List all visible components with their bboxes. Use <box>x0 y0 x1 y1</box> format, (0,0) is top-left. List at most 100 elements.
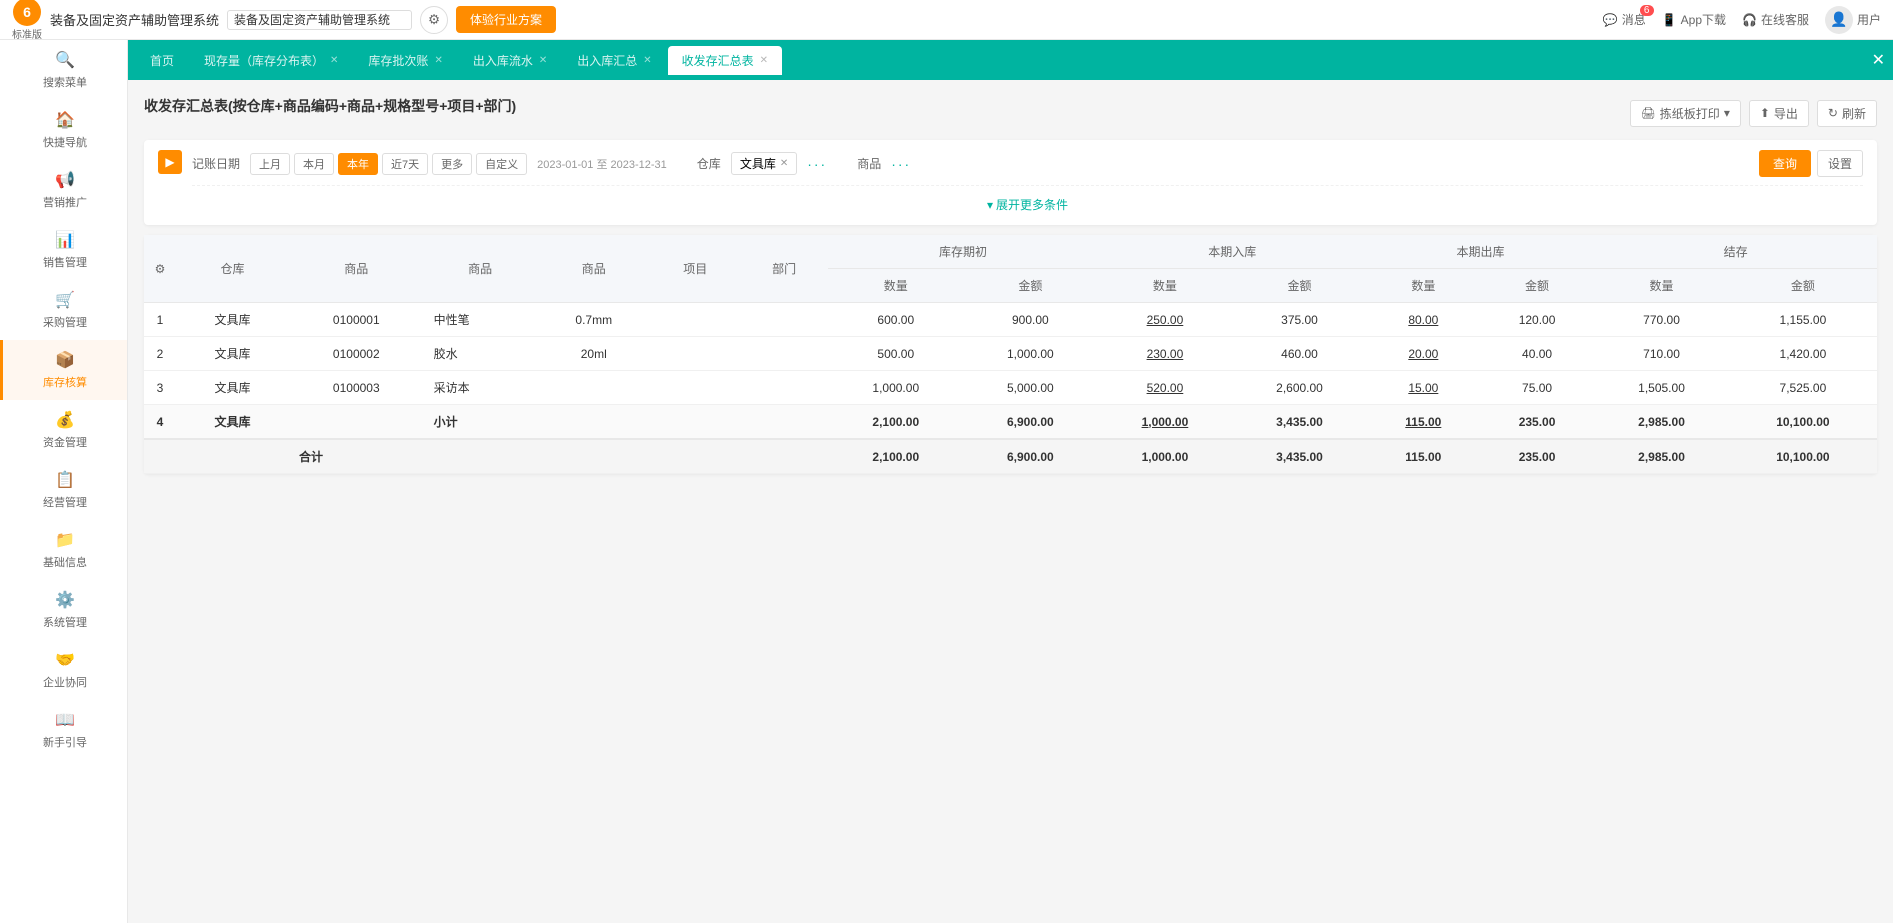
sidebar-item-purchase[interactable]: 🛒 采购管理 <box>0 280 127 340</box>
message-icon-item[interactable]: 💬 消息 6 <box>1603 11 1646 28</box>
tab-batch[interactable]: 库存批次账 ✕ <box>354 46 456 75</box>
footer-empty <box>424 439 829 474</box>
tab-inventory-dist[interactable]: 现存量（库存分布表） ✕ <box>190 46 352 75</box>
sidebar-item-collab[interactable]: 🤝 企业协同 <box>0 640 127 700</box>
header-actions: 🖨 拣纸板打印 ▾ ⬆ 导出 ↻ 刷新 <box>1630 100 1877 127</box>
tab-flow[interactable]: 出入库流水 ✕ <box>459 46 561 75</box>
query-button[interactable]: 查询 <box>1759 150 1811 177</box>
date-label: 记账日期 <box>192 155 240 172</box>
marketing-icon: 📢 <box>55 170 75 190</box>
settings-button[interactable]: 设置 <box>1817 150 1863 177</box>
footer-bal-qty: 2,985.00 <box>1594 439 1729 474</box>
sidebar-item-system[interactable]: ⚙️ 系统管理 <box>0 580 127 640</box>
date-btn-this-year[interactable]: 本年 <box>338 153 378 175</box>
col-ps-amt: 金额 <box>963 269 1098 303</box>
goods-label: 商品 <box>857 155 881 172</box>
page-content: 收发存汇总表(按仓库+商品编码+商品+规格型号+项目+部门) 🖨 拣纸板打印 ▾… <box>128 80 1893 923</box>
date-btn-this-month[interactable]: 本月 <box>294 153 334 175</box>
footer-total-label: 合计 <box>289 439 424 474</box>
sidebar-item-inventory[interactable]: 📦 库存核算 <box>0 340 127 400</box>
query-action-group: 查询 设置 <box>1759 150 1863 177</box>
expand-more-btn[interactable]: ▾ 展开更多条件 <box>987 192 1068 217</box>
sidebar-label-purchase: 采购管理 <box>43 314 87 330</box>
sidebar-label-basic: 基础信息 <box>43 554 87 570</box>
app-download-icon: 📱 <box>1662 13 1677 27</box>
col-outbound-header: 本期出库 <box>1367 235 1594 269</box>
tabs-bar: 首页 现存量（库存分布表） ✕ 库存批次账 ✕ 出入库流水 ✕ 出入库汇总 ✕ <box>128 40 1893 80</box>
sidebar-item-guide[interactable]: 📖 新手引导 <box>0 700 127 760</box>
breadcrumb-select[interactable]: 装备及固定资产辅助管理系统 <box>227 10 412 30</box>
col-sku-code-header: 商品 <box>289 235 424 303</box>
export-button[interactable]: ⬆ 导出 <box>1749 100 1809 127</box>
trial-button[interactable]: 体验行业方案 <box>456 6 556 33</box>
sidebar-item-basic[interactable]: 📁 基础信息 <box>0 520 127 580</box>
refresh-button[interactable]: ↻ 刷新 <box>1817 100 1877 127</box>
sidebar-item-search[interactable]: 🔍 搜索菜单 <box>0 40 127 100</box>
col-warehouse-header: 仓库 <box>176 235 289 303</box>
col-out-qty: 数量 <box>1367 269 1480 303</box>
col-sku-name-header: 商品 <box>424 235 537 303</box>
sidebar-item-quick-nav[interactable]: 🏠 快捷导航 <box>0 100 127 160</box>
col-spec-header: 商品 <box>537 235 651 303</box>
main-area: 🔍 搜索菜单 🏠 快捷导航 📢 营销推广 📊 销售管理 🛒 采购管理 📦 <box>0 40 1893 923</box>
content-area: 首页 现存量（库存分布表） ✕ 库存批次账 ✕ 出入库流水 ✕ 出入库汇总 ✕ <box>128 40 1893 923</box>
user-label: 用户 <box>1857 11 1881 28</box>
tab-inventory-dist-close[interactable]: ✕ <box>330 55 338 66</box>
col-bal-qty: 数量 <box>1594 269 1729 303</box>
tab-flow-label: 出入库流水 <box>473 52 533 69</box>
date-group: 上月 本月 本年 近7天 更多 自定义 <box>250 153 527 175</box>
top-settings-button[interactable]: ⚙ <box>420 6 448 34</box>
inventory-icon: 📦 <box>55 350 75 370</box>
date-btn-more[interactable]: 更多 <box>432 153 472 175</box>
warehouse-tag-box: 文具库 ✕ <box>731 152 797 175</box>
expand-filter-button[interactable]: ▶ <box>158 150 182 174</box>
col-dept-header: 部门 <box>740 235 829 303</box>
tab-home[interactable]: 首页 <box>136 46 188 75</box>
app-container: 6 标准版 装备及固定资产辅助管理系统 装备及固定资产辅助管理系统 ⚙ 体验行业… <box>0 0 1893 923</box>
tab-receive-send-label: 收发存汇总表 <box>682 52 754 69</box>
date-range: 2023-01-01 至 2023-12-31 <box>537 156 667 172</box>
tab-batch-close[interactable]: ✕ <box>434 55 442 66</box>
col-balance-header: 结存 <box>1594 235 1877 269</box>
tab-batch-label: 库存批次账 <box>368 52 428 69</box>
warehouse-dots-btn[interactable]: ··· <box>807 156 827 172</box>
col-project-header: 项目 <box>651 235 740 303</box>
col-out-amt: 金额 <box>1480 269 1594 303</box>
sidebar-label-quick-nav: 快捷导航 <box>43 134 87 150</box>
sidebar-item-sales[interactable]: 📊 销售管理 <box>0 220 127 280</box>
online-service-item[interactable]: 🎧 在线客服 <box>1742 11 1809 28</box>
tab-receive-send-close[interactable]: ✕ <box>760 55 768 66</box>
headset-icon: 🎧 <box>1742 13 1757 27</box>
col-settings-header[interactable]: ⚙ <box>144 235 176 303</box>
warehouse-tag-close[interactable]: ✕ <box>780 158 788 169</box>
tab-summary[interactable]: 出入库汇总 ✕ <box>563 46 665 75</box>
date-btn-last-month[interactable]: 上月 <box>250 153 290 175</box>
logo-subtitle: 标准版 <box>12 26 42 41</box>
date-btn-custom[interactable]: 自定义 <box>476 153 527 175</box>
print-button[interactable]: 🖨 拣纸板打印 ▾ <box>1630 100 1741 127</box>
sidebar-item-operations[interactable]: 📋 经营管理 <box>0 460 127 520</box>
chevron-down-icon: ▾ <box>1724 106 1730 120</box>
online-service-label: 在线客服 <box>1761 11 1809 28</box>
tab-summary-label: 出入库汇总 <box>577 52 637 69</box>
goods-dots-btn[interactable]: ··· <box>891 156 911 172</box>
footer-bal-amt: 10,100.00 <box>1729 439 1877 474</box>
table-row: 2文具库0100002胶水20ml500.001,000.00230.00460… <box>144 337 1877 371</box>
app-download-label: App下载 <box>1681 11 1726 28</box>
footer-ps-qty: 2,100.00 <box>828 439 963 474</box>
date-btn-7days[interactable]: 近7天 <box>382 153 428 175</box>
tab-flow-close[interactable]: ✕ <box>539 55 547 66</box>
warehouse-label: 仓库 <box>697 155 721 172</box>
tab-receive-send[interactable]: 收发存汇总表 ✕ <box>668 46 782 75</box>
sidebar-item-finance[interactable]: 💰 资金管理 <box>0 400 127 460</box>
filter-bar: ▶ 记账日期 上月 本月 本年 近7天 更多 自定义 <box>144 140 1877 225</box>
user-item[interactable]: 👤 用户 <box>1825 6 1881 34</box>
app-download-item[interactable]: 📱 App下载 <box>1662 11 1726 28</box>
footer-label <box>144 439 289 474</box>
tab-summary-close[interactable]: ✕ <box>643 55 651 66</box>
sidebar-item-marketing[interactable]: 📢 营销推广 <box>0 160 127 220</box>
tabs-close-all[interactable]: ✕ <box>1872 50 1885 70</box>
top-bar-right: 💬 消息 6 📱 App下载 🎧 在线客服 👤 用户 <box>1603 6 1881 34</box>
data-table-wrapper: ⚙ 仓库 商品 商品 商品 项目 部门 库存期初 本期入库 本期出库 结存 <box>144 235 1877 474</box>
sidebar-label-collab: 企业协同 <box>43 674 87 690</box>
